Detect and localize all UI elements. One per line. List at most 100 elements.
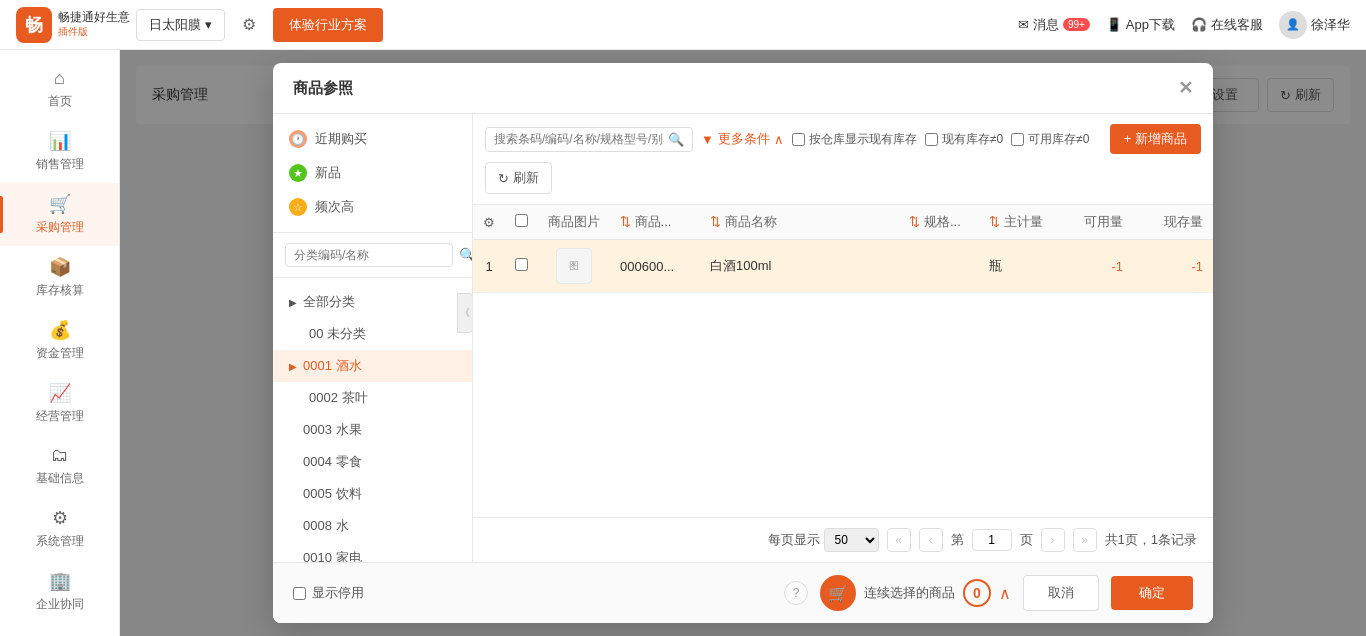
arrow-icon: ▶ xyxy=(289,361,297,372)
more-conditions-button[interactable]: ▼ 更多条件 ∧ xyxy=(701,130,784,148)
sidebar-item-home[interactable]: ⌂ 首页 xyxy=(0,58,119,120)
category-item-0008[interactable]: 0008 水 xyxy=(273,510,472,542)
modal-header: 商品参照 ✕ xyxy=(273,63,1213,114)
stock-ne0-checkbox[interactable]: 现有库存≠0 xyxy=(925,131,1003,148)
quick-item-frequent[interactable]: ☆ 频次高 xyxy=(273,190,472,224)
col-header-image: 商品图片 xyxy=(538,205,610,240)
filter-bar: 🔍 ▼ 更多条件 ∧ 按仓库显示现有库存 xyxy=(473,114,1213,205)
system-icon: ⚙ xyxy=(52,507,68,529)
sidebar-item-label: 首页 xyxy=(48,93,72,110)
category-search-icon[interactable]: 🔍 xyxy=(459,247,473,263)
pagination: 每页显示 50 10 20 100 « ‹ 第 xyxy=(473,517,1213,562)
last-page-button[interactable]: » xyxy=(1073,528,1097,552)
experience-button[interactable]: 体验行业方案 xyxy=(273,8,383,42)
stock-ne0-input[interactable] xyxy=(925,133,938,146)
sidebar-item-basic[interactable]: 🗂 基础信息 xyxy=(0,435,119,497)
sidebar-item-sales[interactable]: 📊 销售管理 xyxy=(0,120,119,183)
prev-page-button[interactable]: ‹ xyxy=(919,528,943,552)
next-page-button[interactable]: › xyxy=(1041,528,1065,552)
row-available: -1 xyxy=(1053,240,1133,293)
add-product-button[interactable]: + 新增商品 xyxy=(1110,124,1201,154)
select-all-checkbox[interactable] xyxy=(515,214,528,227)
sales-icon: 📊 xyxy=(49,130,71,152)
logo-sub: 插件版 xyxy=(58,25,130,39)
col-header-name[interactable]: ⇅ 商品名称 xyxy=(700,205,899,240)
col-header-check[interactable] xyxy=(505,205,538,240)
quick-item-new[interactable]: ★ 新品 xyxy=(273,156,472,190)
cancel-button[interactable]: 取消 xyxy=(1023,575,1099,611)
user-profile[interactable]: 👤 徐泽华 xyxy=(1279,11,1350,39)
page-size-dropdown[interactable]: 50 10 20 100 xyxy=(824,528,879,552)
col-header-code[interactable]: ⇅ 商品... xyxy=(610,205,700,240)
category-item-0003[interactable]: 0003 水果 xyxy=(273,414,472,446)
main-layout: ⌂ 首页 📊 销售管理 🛒 采购管理 📦 库存核算 💰 资金管理 📈 经营管理 … xyxy=(0,50,1366,636)
total-info: 共1页，1条记录 xyxy=(1105,531,1197,549)
inventory-icon: 📦 xyxy=(49,256,71,278)
category-item-0010[interactable]: 0010 家电 xyxy=(273,542,472,562)
category-item-0005[interactable]: 0005 饮料 xyxy=(273,478,472,510)
available-ne0-checkbox[interactable]: 可用库存≠0 xyxy=(1011,131,1089,148)
page-number-input[interactable] xyxy=(972,529,1012,551)
collapse-cart-icon[interactable]: ∧ xyxy=(999,584,1011,603)
col-header-stock: 现存量 xyxy=(1133,205,1213,240)
show-disabled-input[interactable] xyxy=(293,587,306,600)
sidebar-item-label: 基础信息 xyxy=(36,470,84,487)
sidebar-item-purchase[interactable]: 🛒 采购管理 xyxy=(0,183,119,246)
online-service-button[interactable]: 🎧 在线客服 xyxy=(1191,16,1263,34)
product-reference-modal: 商品参照 ✕ 🕐 近期购买 ★ xyxy=(273,63,1213,623)
sidebar-item-label: 企业协同 xyxy=(36,596,84,613)
sidebar-item-enterprise[interactable]: 🏢 企业协同 xyxy=(0,560,119,623)
help-icon[interactable]: ? xyxy=(784,581,808,605)
sidebar-item-system[interactable]: ⚙ 系统管理 xyxy=(0,497,119,560)
col-header-unit[interactable]: ⇅ 主计量 xyxy=(979,205,1053,240)
sidebar-item-inventory[interactable]: 📦 库存核算 xyxy=(0,246,119,309)
headset-icon: 🎧 xyxy=(1191,17,1207,32)
category-item-all[interactable]: ▶ 全部分类 xyxy=(273,286,472,318)
purchase-icon: 🛒 xyxy=(49,193,71,215)
sidebar-item-label: 库存核算 xyxy=(36,282,84,299)
filter-refresh-button[interactable]: ↻ 刷新 xyxy=(485,162,552,194)
enterprise-icon: 🏢 xyxy=(49,570,71,592)
messages-button[interactable]: ✉ 消息 99+ xyxy=(1018,16,1090,34)
quick-item-recent[interactable]: 🕐 近期购买 xyxy=(273,122,472,156)
chevron-down-icon: ▾ xyxy=(205,17,212,32)
refresh-icon: ↻ xyxy=(498,171,509,186)
product-table-wrap: ⚙ 商品图片 ⇅ 商品... ⇅ xyxy=(473,205,1213,517)
row-spec xyxy=(899,240,979,293)
product-search-input[interactable] xyxy=(494,132,664,146)
category-item-0004[interactable]: 0004 零食 xyxy=(273,446,472,478)
page-label: 第 xyxy=(951,531,964,549)
category-item-0002[interactable]: 0002 茶叶 xyxy=(273,382,472,414)
confirm-button[interactable]: 确定 xyxy=(1111,576,1193,610)
new-icon: ★ xyxy=(289,164,307,182)
by-warehouse-input[interactable] xyxy=(792,133,805,146)
category-item-0001[interactable]: ▶ 0001 酒水 xyxy=(273,350,472,382)
table-row[interactable]: 1 图 000600... 白酒100ml 瓶 xyxy=(473,240,1213,293)
nav-branch-dropdown[interactable]: 日太阳膜 ▾ xyxy=(136,9,225,41)
col-header-settings[interactable]: ⚙ xyxy=(473,205,505,240)
available-ne0-input[interactable] xyxy=(1011,133,1024,146)
sidebar-item-finance[interactable]: 💰 资金管理 xyxy=(0,309,119,372)
settings-icon[interactable]: ⚙ xyxy=(233,9,265,41)
app-download-button[interactable]: 📱 App下载 xyxy=(1106,16,1175,34)
by-warehouse-checkbox[interactable]: 按仓库显示现有库存 xyxy=(792,131,917,148)
modal-body: 🕐 近期购买 ★ 新品 ☆ 频次高 xyxy=(273,114,1213,562)
product-search-icon[interactable]: 🔍 xyxy=(668,132,684,147)
show-disabled-checkbox[interactable]: 显示停用 xyxy=(293,584,364,602)
nav-center: 日太阳膜 ▾ ⚙ 体验行业方案 xyxy=(136,8,1018,42)
modal-close-button[interactable]: ✕ xyxy=(1178,77,1193,99)
category-panel: 🕐 近期购买 ★ 新品 ☆ 频次高 xyxy=(273,114,473,562)
row-name: 白酒100ml xyxy=(700,240,899,293)
category-search-input[interactable] xyxy=(285,243,453,267)
sidebar-item-guide[interactable]: 📖 新手引导 xyxy=(0,623,119,636)
row-check[interactable] xyxy=(505,240,538,293)
product-table: ⚙ 商品图片 ⇅ 商品... ⇅ xyxy=(473,205,1213,293)
messages-badge: 99+ xyxy=(1063,18,1090,31)
panel-collapse-button[interactable]: 《 xyxy=(457,293,473,333)
sidebar-item-operation[interactable]: 📈 经营管理 xyxy=(0,372,119,435)
cart-icon[interactable]: 🛒 xyxy=(820,575,856,611)
modal-overlay: 商品参照 ✕ 🕐 近期购买 ★ xyxy=(120,50,1366,636)
first-page-button[interactable]: « xyxy=(887,528,911,552)
category-item-00[interactable]: 00 未分类 xyxy=(273,318,472,350)
col-header-spec[interactable]: ⇅ 规格... xyxy=(899,205,979,240)
